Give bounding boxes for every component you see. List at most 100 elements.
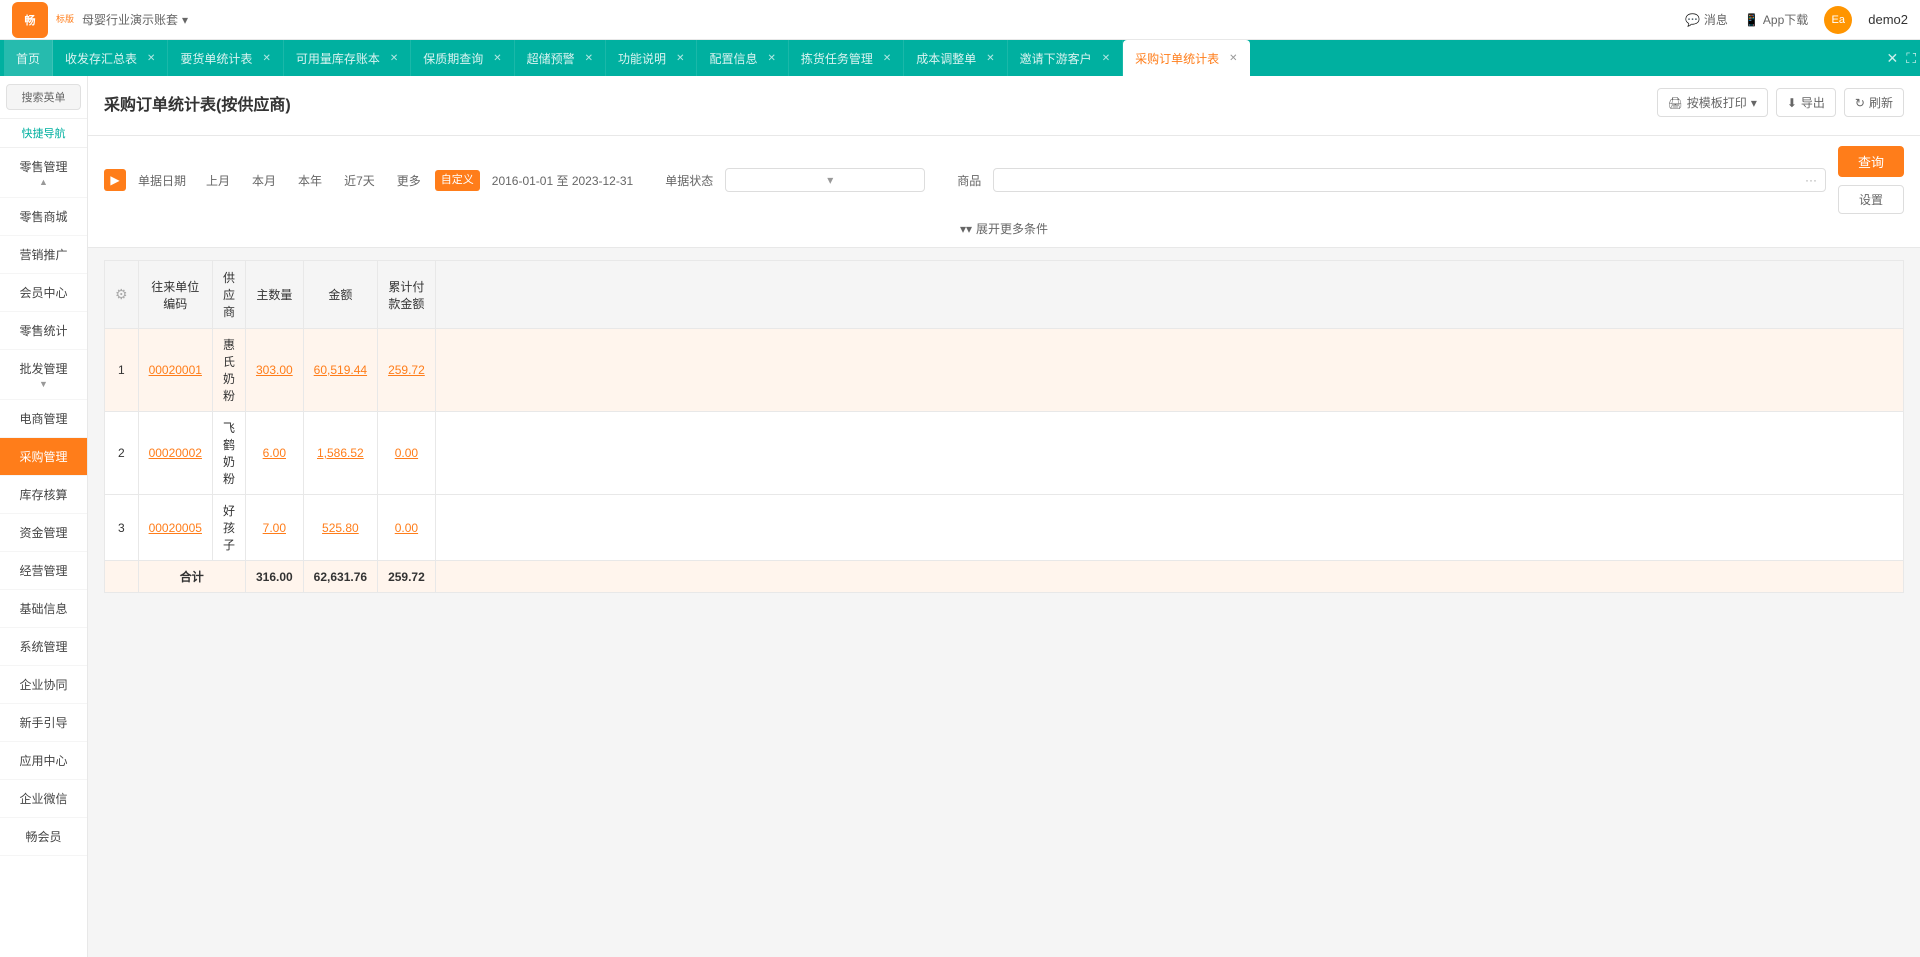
qty-link[interactable]: 6.00 — [263, 446, 286, 460]
tab-invite-downstream[interactable]: 邀请下游客户 ✕ — [1008, 40, 1123, 76]
app-download-button[interactable]: 📱 App下载 — [1744, 11, 1808, 28]
qty-link[interactable]: 7.00 — [263, 521, 286, 535]
refresh-icon: ↻ — [1855, 96, 1865, 110]
footer-qty: 316.00 — [245, 561, 303, 593]
paid-link[interactable]: 259.72 — [388, 363, 425, 377]
tab-pick-task-close[interactable]: ✕ — [883, 53, 891, 64]
col-amount: 金额 — [303, 261, 377, 329]
tab-available-stock-close[interactable]: ✕ — [390, 53, 398, 64]
sidebar-item-operations[interactable]: 经营管理 — [0, 552, 87, 590]
goods-input-wrapper: ··· — [993, 168, 1826, 192]
row-supplier: 惠氏奶粉 — [212, 329, 245, 412]
shortcut-7-days[interactable]: 近7天 — [336, 170, 383, 191]
shortcut-more[interactable]: 更多 — [389, 170, 429, 191]
sidebar-item-retail[interactable]: 零售管理 ▲ — [0, 148, 87, 198]
basic-info-label: 基础信息 — [19, 600, 67, 617]
search-button[interactable]: 搜索英单 — [6, 84, 81, 110]
shortcut-this-month[interactable]: 本月 — [244, 170, 284, 191]
tab-receive-send[interactable]: 收发存汇总表 ✕ — [53, 40, 168, 76]
settings-button[interactable]: 设置 — [1838, 185, 1904, 214]
row-paid: 0.00 — [378, 495, 436, 561]
row-extra — [435, 412, 1903, 495]
col-extra — [435, 261, 1903, 329]
paid-link[interactable]: 0.00 — [395, 446, 418, 460]
expand-icon: ▾▾ — [960, 222, 972, 236]
print-icon: 🖨 — [1668, 96, 1683, 110]
export-button[interactable]: ⬇ 导出 — [1776, 88, 1836, 117]
amount-link[interactable]: 60,519.44 — [314, 363, 367, 377]
sidebar-item-inventory[interactable]: 库存核算 — [0, 476, 87, 514]
goods-more-icon[interactable]: ··· — [1805, 173, 1817, 187]
code-link[interactable]: 00020005 — [149, 521, 202, 535]
tab-order-stats[interactable]: 要货单统计表 ✕ — [168, 40, 283, 76]
column-settings-icon[interactable]: ⚙ — [115, 286, 128, 302]
row-code: 00020001 — [138, 329, 212, 412]
sidebar-item-newbie[interactable]: 新手引导 — [0, 704, 87, 742]
shortcut-this-year[interactable]: 本年 — [290, 170, 330, 191]
sidebar-item-enterprise-wechat[interactable]: 企业微信 — [0, 780, 87, 818]
sidebar-item-purchase[interactable]: 采购管理 — [0, 438, 87, 476]
filter-toggle-button[interactable]: ▶ — [104, 169, 126, 191]
sidebar-item-enterprise-coop[interactable]: 企业协同 — [0, 666, 87, 704]
sidebar-item-wholesale[interactable]: 批发管理 ▼ — [0, 350, 87, 400]
code-link[interactable]: 00020001 — [149, 363, 202, 377]
status-select[interactable]: ▾ — [725, 168, 925, 192]
tab-overstock-warn[interactable]: 超储预警 ✕ — [515, 40, 606, 76]
user-avatar[interactable]: Ea — [1824, 6, 1852, 34]
tab-cost-adjust-close[interactable]: ✕ — [986, 53, 994, 64]
top-bar-left: 畅 标版 母婴行业演示账套 ▾ — [12, 2, 188, 38]
tab-expiry-query-close[interactable]: ✕ — [493, 53, 501, 64]
amount-link[interactable]: 1,586.52 — [317, 446, 364, 460]
tab-receive-send-close[interactable]: ✕ — [147, 53, 155, 64]
sidebar-item-basic-info[interactable]: 基础信息 — [0, 590, 87, 628]
expand-button[interactable]: ▾▾ 展开更多条件 — [960, 220, 1048, 237]
sidebar-search-section: 搜索英单 — [0, 76, 87, 119]
tab-home[interactable]: 首页 — [4, 40, 53, 76]
paid-link[interactable]: 0.00 — [395, 521, 418, 535]
tab-cost-adjust[interactable]: 成本调整单 ✕ — [904, 40, 1007, 76]
tab-config-info-close[interactable]: ✕ — [767, 53, 775, 64]
sidebar-item-member[interactable]: 会员中心 — [0, 274, 87, 312]
print-button[interactable]: 🖨 按模板打印 ▾ — [1657, 88, 1768, 117]
refresh-button[interactable]: ↻ 刷新 — [1844, 88, 1904, 117]
tab-purchase-stats-close[interactable]: ✕ — [1229, 53, 1237, 64]
message-button[interactable]: 💬 消息 — [1685, 11, 1728, 28]
amount-link[interactable]: 525.80 — [322, 521, 359, 535]
tab-expiry-query[interactable]: 保质期查询 ✕ — [411, 40, 514, 76]
tab-available-stock[interactable]: 可用量库存账本 ✕ — [284, 40, 411, 76]
tab-overstock-warn-close[interactable]: ✕ — [585, 53, 593, 64]
close-all-icon[interactable]: ✕ — [1886, 50, 1898, 67]
filter-area: ▶ 单据日期 上月 本月 本年 近7天 更多 自定义 2016-01-01 至 … — [88, 136, 1920, 248]
row-paid: 259.72 — [378, 329, 436, 412]
data-table: ⚙ 往来单位编码 供应商 主数量 金额 累计付款金额 1 00020001 惠氏… — [104, 260, 1904, 593]
sidebar-item-finance[interactable]: 资金管理 — [0, 514, 87, 552]
code-link[interactable]: 00020002 — [149, 446, 202, 460]
shortcut-last-month[interactable]: 上月 — [198, 170, 238, 191]
sidebar-item-vip[interactable]: 畅会员 — [0, 818, 87, 856]
qty-link[interactable]: 303.00 — [256, 363, 293, 377]
tab-function-desc-close[interactable]: ✕ — [676, 53, 684, 64]
custom-tag: 自定义 — [435, 170, 480, 191]
app-center-label: 应用中心 — [19, 752, 67, 769]
tab-invite-downstream-close[interactable]: ✕ — [1102, 53, 1110, 64]
goods-input[interactable] — [1002, 173, 1801, 187]
sidebar-item-retail-mall[interactable]: 零售商城 — [0, 198, 87, 236]
avatar-label: Ea — [1832, 14, 1845, 26]
tab-function-desc[interactable]: 功能说明 ✕ — [606, 40, 697, 76]
workspace-selector[interactable]: 母婴行业演示账套 ▾ — [82, 11, 188, 28]
sidebar-item-retail-stats[interactable]: 零售统计 — [0, 312, 87, 350]
tab-pick-task[interactable]: 拣货任务管理 ✕ — [789, 40, 904, 76]
tab-cost-adjust-label: 成本调整单 — [916, 50, 976, 67]
maximize-icon[interactable]: ⛶ — [1906, 50, 1916, 67]
sidebar-item-ecommerce[interactable]: 电商管理 — [0, 400, 87, 438]
sidebar-item-marketing[interactable]: 营销推广 — [0, 236, 87, 274]
tab-config-info[interactable]: 配置信息 ✕ — [697, 40, 788, 76]
sidebar-item-system[interactable]: 系统管理 — [0, 628, 87, 666]
tab-purchase-stats[interactable]: 采购订单统计表 ✕ — [1123, 40, 1250, 76]
top-bar-right: 💬 消息 📱 App下载 Ea demo2 — [1685, 6, 1908, 34]
message-icon: 💬 — [1685, 13, 1700, 27]
quick-nav-button[interactable]: 快捷导航 — [0, 119, 87, 148]
tab-order-stats-close[interactable]: ✕ — [262, 53, 270, 64]
sidebar-item-app-center[interactable]: 应用中心 — [0, 742, 87, 780]
query-button[interactable]: 查询 — [1838, 146, 1904, 177]
